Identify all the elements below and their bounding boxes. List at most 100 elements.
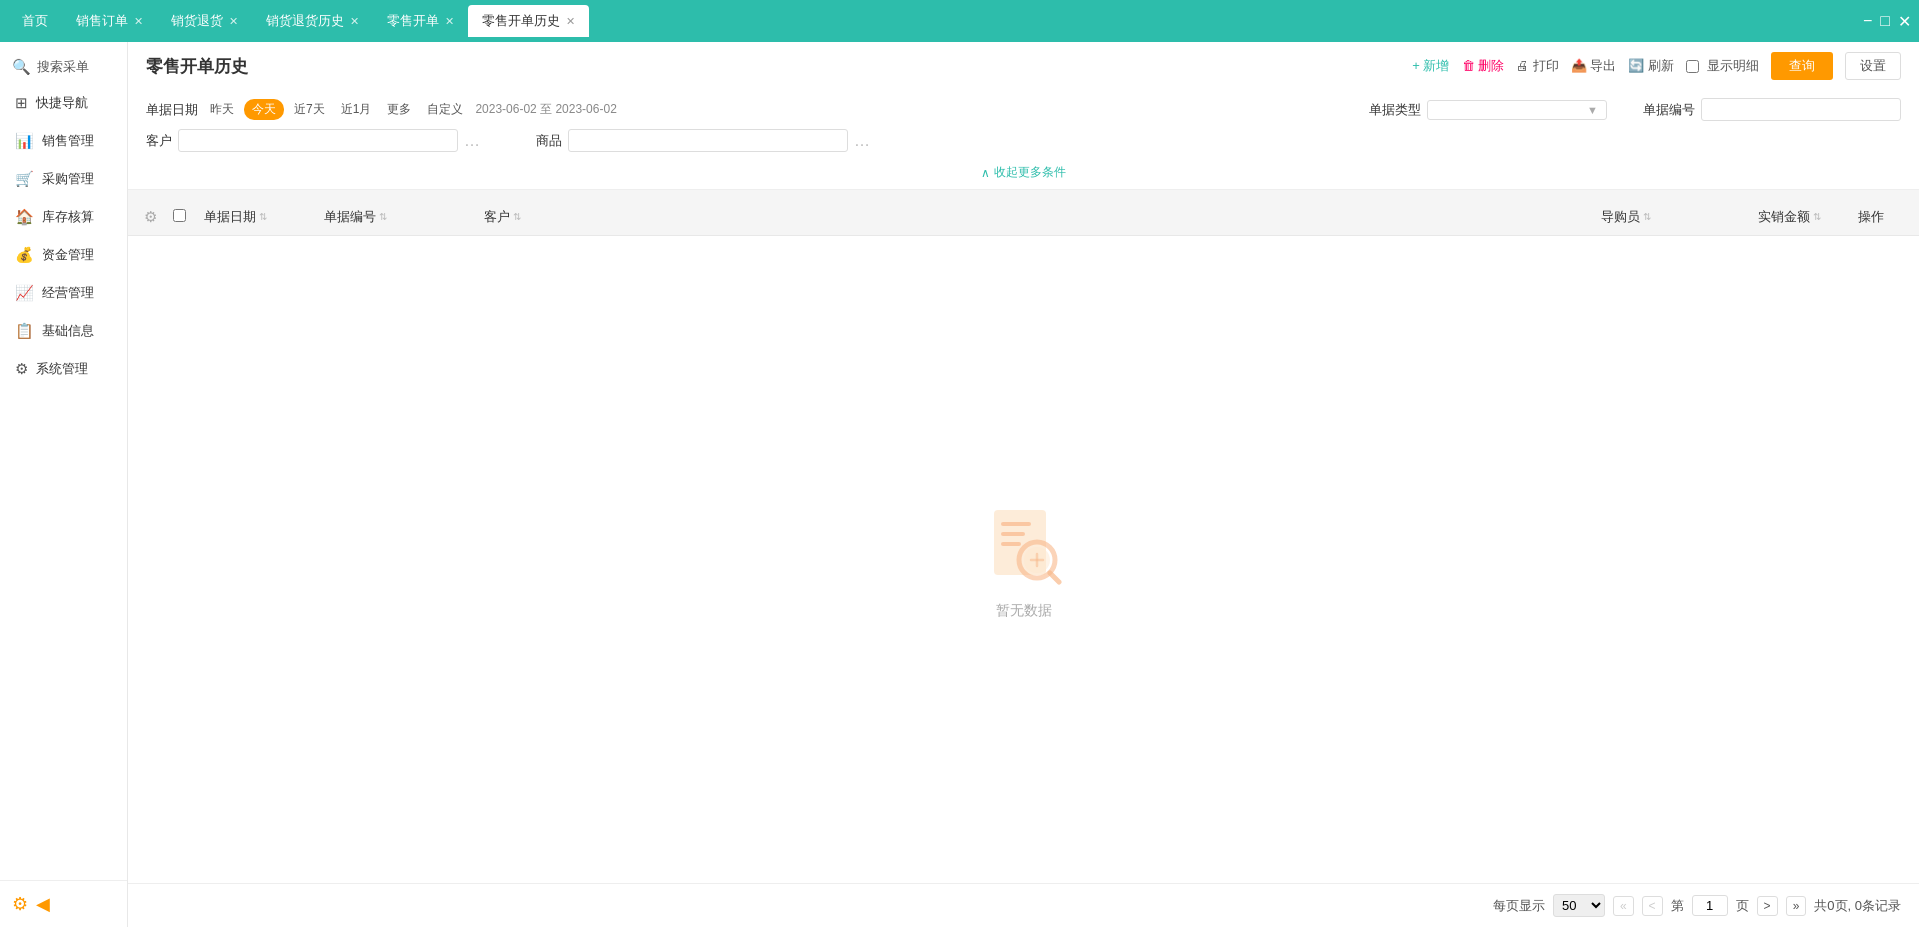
date-btn-7days[interactable]: 近7天 [288,99,331,120]
no-filter-input[interactable] [1701,98,1901,121]
th-salesman[interactable]: 导购员 ⇅ [1591,200,1711,234]
th-customer-label: 客户 [484,208,510,226]
sidebar-item-inventory[interactable]: 🏠 库存核算 [0,198,127,236]
sidebar-item-purchase-mgmt[interactable]: 🛒 采购管理 [0,160,127,198]
operations-icon: 📈 [15,284,34,302]
th-amount[interactable]: 实销金额 ⇅ [1711,200,1831,234]
date-filter-label: 单据日期 [146,101,198,119]
tab-retail-open[interactable]: 零售开单 ✕ [373,5,468,37]
date-btn-yesterday[interactable]: 昨天 [204,99,240,120]
th-date[interactable]: 单据日期 ⇅ [194,200,314,234]
tab-sales-order[interactable]: 销售订单 ✕ [62,5,157,37]
tab-retail-open-history-close[interactable]: ✕ [566,15,575,28]
sidebar-search-label: 搜索采单 [37,58,89,76]
print-button[interactable]: 🖨 打印 [1516,57,1559,75]
new-button[interactable]: + 新增 [1412,57,1449,75]
th-op: 操作 [1831,200,1911,234]
sidebar-item-finance-label: 资金管理 [42,246,94,264]
tab-retail-open-history-label: 零售开单历史 [482,12,560,30]
delete-button[interactable]: 🗑 删除 [1462,57,1505,75]
tab-retail-open-close[interactable]: ✕ [445,15,454,28]
window-minimize[interactable]: − [1863,12,1872,30]
page-header: 零售开单历史 + 新增 🗑 删除 🖨 打印 📤 导出 🔄 刷新 显示明细 查询 … [128,42,1919,88]
query-button[interactable]: 查询 [1771,52,1833,80]
customer-dots[interactable]: … [464,132,480,150]
tab-sales-return-history-close[interactable]: ✕ [350,15,359,28]
customer-filter-label: 客户 [146,132,172,150]
date-btn-custom[interactable]: 自定义 [421,99,469,120]
date-btn-more[interactable]: 更多 [381,99,417,120]
sidebar-item-sales-mgmt-label: 销售管理 [42,132,94,150]
th-amount-label: 实销金额 [1758,208,1810,226]
th-date-sort-icon: ⇅ [259,211,267,222]
content-area: 零售开单历史 + 新增 🗑 删除 🖨 打印 📤 导出 🔄 刷新 显示明细 查询 … [128,42,1919,927]
empty-illustration [979,500,1069,590]
next-page-btn[interactable]: > [1757,896,1778,916]
first-page-btn[interactable]: « [1613,896,1634,916]
tab-retail-open-label: 零售开单 [387,12,439,30]
show-detail-checkbox[interactable] [1686,60,1699,73]
tab-sales-return-label: 销货退货 [171,12,223,30]
refresh-button[interactable]: 🔄 刷新 [1628,57,1674,75]
goods-filter-label: 商品 [536,132,562,150]
sidebar-collapse-icon[interactable]: ◀ [36,893,50,915]
th-customer-sort-icon: ⇅ [513,211,521,222]
date-btn-1month[interactable]: 近1月 [335,99,378,120]
sidebar-item-basic-info[interactable]: 📋 基础信息 [0,312,127,350]
sidebar-item-system-mgmt-label: 系统管理 [36,360,88,378]
tab-bar: 首页 销售订单 ✕ 销货退货 ✕ 销货退货历史 ✕ 零售开单 ✕ 零售开单历史 … [0,0,1919,42]
page-summary: 共0页, 0条记录 [1814,897,1901,915]
last-page-btn[interactable]: » [1786,896,1807,916]
tab-sales-return-close[interactable]: ✕ [229,15,238,28]
filter-area: 单据日期 昨天 今天 近7天 近1月 更多 自定义 2023-06-02 至 2… [128,88,1919,190]
goods-filter-input[interactable] [568,129,848,152]
th-date-label: 单据日期 [204,208,256,226]
tab-home[interactable]: 首页 [8,5,62,37]
tab-sales-return[interactable]: 销货退货 ✕ [157,5,252,37]
page-number-input[interactable] [1692,895,1728,916]
search-icon: 🔍 [12,58,31,76]
table-settings-icon[interactable]: ⚙ [136,208,165,226]
setting-button[interactable]: 设置 [1845,52,1901,80]
sidebar-item-quick-nav[interactable]: ⊞ 快捷导航 [0,84,127,122]
prev-page-btn[interactable]: < [1642,896,1663,916]
sidebar-item-purchase-mgmt-label: 采购管理 [42,170,94,188]
tab-retail-open-history[interactable]: 零售开单历史 ✕ [468,5,589,37]
th-customer[interactable]: 客户 ⇅ [474,200,1591,234]
per-page-label: 每页显示 [1493,897,1545,915]
sidebar-item-sales-mgmt[interactable]: 📊 销售管理 [0,122,127,160]
sidebar-settings-icon[interactable]: ⚙ [12,893,28,915]
date-btn-today[interactable]: 今天 [244,99,284,120]
per-page-select[interactable]: 50 10 20 100 [1553,894,1605,917]
th-no[interactable]: 单据编号 ⇅ [314,200,474,234]
table-select-all-checkbox[interactable] [165,208,194,226]
filter-date-field: 单据日期 昨天 今天 近7天 近1月 更多 自定义 2023-06-02 至 2… [146,99,617,120]
filter-goods-field: 商品 … [536,129,870,152]
empty-text: 暂无数据 [996,602,1052,620]
filter-row-2: 客户 … 商品 … [146,129,1901,152]
sidebar-item-system-mgmt[interactable]: ⚙ 系统管理 [0,350,127,388]
svg-rect-1 [1001,522,1031,526]
window-controls: − □ ✕ [1863,12,1911,31]
sidebar-item-basic-info-label: 基础信息 [42,322,94,340]
select-all-input[interactable] [173,209,186,222]
type-select[interactable]: ▼ [1427,100,1607,120]
goods-dots[interactable]: … [854,132,870,150]
tab-sales-return-history[interactable]: 销货退货历史 ✕ [252,5,373,37]
th-salesman-label: 导购员 [1601,208,1640,226]
customer-filter-input[interactable] [178,129,458,152]
header-actions: + 新增 🗑 删除 🖨 打印 📤 导出 🔄 刷新 显示明细 查询 设置 [1412,52,1901,80]
sidebar-item-finance[interactable]: 💰 资金管理 [0,236,127,274]
sidebar-search[interactable]: 🔍 搜索采单 [0,50,127,84]
empty-state: 暂无数据 [128,236,1919,883]
export-button[interactable]: 📤 导出 [1571,57,1617,75]
collapse-button[interactable]: ∧ 收起更多条件 [981,164,1066,181]
window-close[interactable]: ✕ [1898,12,1911,31]
filter-type-field: 单据类型 ▼ [633,100,1607,120]
filter-row-1: 单据日期 昨天 今天 近7天 近1月 更多 自定义 2023-06-02 至 2… [146,98,1901,121]
window-maximize[interactable]: □ [1880,12,1890,30]
sidebar-item-operations[interactable]: 📈 经营管理 [0,274,127,312]
tab-sales-order-close[interactable]: ✕ [134,15,143,28]
show-detail-label: 显示明细 [1707,57,1759,75]
date-btns: 昨天 今天 近7天 近1月 更多 自定义 [204,99,469,120]
